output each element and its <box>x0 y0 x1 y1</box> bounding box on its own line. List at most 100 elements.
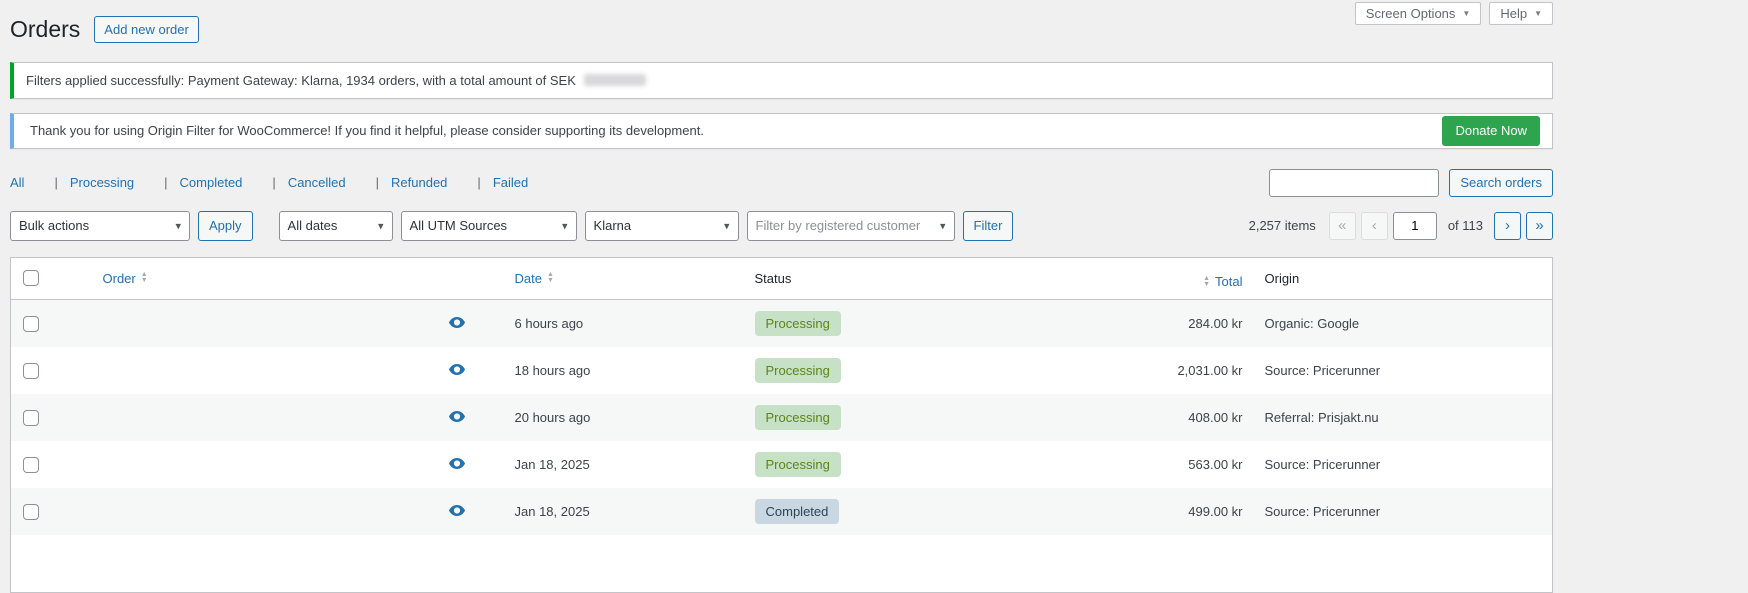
utm-source-filter-select[interactable]: All UTM Sources ▾ <box>401 211 577 241</box>
order-date: 18 hours ago <box>505 347 745 394</box>
customer-filter-placeholder: Filter by registered customer <box>756 218 921 233</box>
order-total: 284.00 kr <box>1005 300 1255 348</box>
order-row: Jan 18, 2025 Processing 563.00 kr Source… <box>11 441 1553 488</box>
row-checkbox[interactable] <box>23 316 39 332</box>
search-orders-input[interactable] <box>1269 169 1439 197</box>
order-total: 563.00 kr <box>1005 441 1255 488</box>
preview-eye-icon[interactable] <box>449 505 465 516</box>
filter-button[interactable]: Filter <box>963 211 1014 241</box>
chevron-down-icon: ▾ <box>175 219 181 232</box>
apply-button[interactable]: Apply <box>198 211 253 241</box>
status-filter-separator: | <box>477 175 480 190</box>
screen-options-button[interactable]: Screen Options ▼ <box>1355 2 1482 25</box>
donate-notice-text: Thank you for using Origin Filter for Wo… <box>30 123 704 138</box>
filters-row: All | Processing | Completed | Cancelled | Refun… <box>10 169 1553 197</box>
order-row: 6 hours ago Processing 284.00 kr Organic… <box>11 300 1553 348</box>
title-row: Orders Add new order <box>10 16 1553 44</box>
orders-table: Order ▲▼ Date ▲▼ Status ▲▼ Total <box>10 257 1553 593</box>
orders-table-body: 6 hours ago Processing 284.00 kr Organic… <box>11 300 1553 593</box>
orders-admin-page: Screen Options ▼ Help ▼ Orders Add new o… <box>10 0 1553 593</box>
date-column-header: Date <box>515 271 542 286</box>
table-header-row: Order ▲▼ Date ▲▼ Status ▲▼ Total <box>11 257 1553 300</box>
row-checkbox[interactable] <box>23 457 39 473</box>
status-badge: Completed <box>755 499 840 524</box>
status-filter-completed[interactable]: Completed <box>180 175 243 190</box>
prev-page-button[interactable]: ‹ <box>1361 212 1388 240</box>
order-total: 408.00 kr <box>1005 394 1255 441</box>
order-column-header: Order <box>103 271 136 286</box>
status-filter-separator: | <box>164 175 167 190</box>
order-row: 18 hours ago Processing 2,031.00 kr Sour… <box>11 347 1553 394</box>
last-page-button[interactable]: » <box>1526 212 1553 240</box>
empty-row <box>11 535 1553 592</box>
order-total: 499.00 kr <box>1005 488 1255 535</box>
preview-eye-icon[interactable] <box>449 364 465 375</box>
order-origin: Source: Pricerunner <box>1255 441 1553 488</box>
redacted-amount <box>584 74 646 86</box>
screen-options-label: Screen Options <box>1366 6 1456 21</box>
order-origin: Source: Pricerunner <box>1255 347 1553 394</box>
help-button[interactable]: Help ▼ <box>1489 2 1553 25</box>
row-checkbox[interactable] <box>23 363 39 379</box>
status-badge: Processing <box>755 358 841 383</box>
total-column-header: Total <box>1215 274 1242 289</box>
filters-applied-notice: Filters applied successfully: Payment Ga… <box>10 62 1553 99</box>
chevron-down-icon: ▾ <box>940 219 946 232</box>
order-date: Jan 18, 2025 <box>505 488 745 535</box>
order-origin: Source: Pricerunner <box>1255 488 1553 535</box>
first-page-button[interactable]: « <box>1329 212 1356 240</box>
status-badge: Processing <box>755 311 841 336</box>
order-date: Jan 18, 2025 <box>505 441 745 488</box>
preview-eye-icon[interactable] <box>449 317 465 328</box>
status-filter-failed[interactable]: Failed <box>493 175 528 190</box>
utm-source-filter-value: All UTM Sources <box>410 218 508 233</box>
status-badge: Processing <box>755 452 841 477</box>
search-orders-button[interactable]: Search orders <box>1449 169 1553 197</box>
sort-by-date[interactable]: Date ▲▼ <box>515 271 554 286</box>
order-origin: Referral: Prisjakt.nu <box>1255 394 1553 441</box>
status-filter-separator: | <box>272 175 275 190</box>
customer-filter-select[interactable]: Filter by registered customer ▾ <box>747 211 955 241</box>
order-total: 2,031.00 kr <box>1005 347 1255 394</box>
select-all-checkbox[interactable] <box>23 270 39 286</box>
bulk-actions-value: Bulk actions <box>19 218 89 233</box>
help-label: Help <box>1500 6 1527 21</box>
dates-filter-select[interactable]: All dates ▾ <box>279 211 393 241</box>
donate-notice: Thank you for using Origin Filter for Wo… <box>10 113 1553 149</box>
status-filter-cancelled[interactable]: Cancelled <box>288 175 346 190</box>
sort-icon: ▲▼ <box>547 272 554 284</box>
current-page-input[interactable] <box>1393 212 1437 240</box>
row-checkbox[interactable] <box>23 410 39 426</box>
chevron-down-icon: ▼ <box>1534 10 1542 18</box>
sort-by-order[interactable]: Order ▲▼ <box>103 271 148 286</box>
status-column-header: Status <box>755 271 792 286</box>
sort-icon: ▲▼ <box>1203 276 1210 288</box>
preview-eye-icon[interactable] <box>449 458 465 469</box>
table-toolbar: Bulk actions ▾ Apply All dates ▾ All UTM… <box>10 211 1553 241</box>
add-new-order-button[interactable]: Add new order <box>94 16 199 43</box>
status-filter-separator: | <box>54 175 57 190</box>
status-badge: Processing <box>755 405 841 430</box>
status-filter-refunded[interactable]: Refunded <box>391 175 447 190</box>
next-page-button[interactable]: › <box>1494 212 1521 240</box>
order-origin: Organic: Google <box>1255 300 1553 348</box>
donate-now-button[interactable]: Donate Now <box>1442 116 1540 146</box>
order-row: 20 hours ago Processing 408.00 kr Referr… <box>11 394 1553 441</box>
order-row: Jan 18, 2025 Completed 499.00 kr Source:… <box>11 488 1553 535</box>
status-filter-all[interactable]: All <box>10 175 24 190</box>
row-checkbox[interactable] <box>23 504 39 520</box>
items-count: 2,257 items <box>1249 218 1316 233</box>
status-filter-processing[interactable]: Processing <box>70 175 134 190</box>
sort-icon: ▲▼ <box>141 272 148 284</box>
order-date: 6 hours ago <box>505 300 745 348</box>
filters-applied-text: Filters applied successfully: Payment Ga… <box>26 73 576 88</box>
dates-filter-value: All dates <box>288 218 338 233</box>
payment-gateway-filter-select[interactable]: Klarna ▾ <box>585 211 739 241</box>
page-title: Orders <box>10 16 80 44</box>
status-filter-separator: | <box>376 175 379 190</box>
sort-by-total[interactable]: ▲▼ Total <box>1203 274 1242 289</box>
preview-eye-icon[interactable] <box>449 411 465 422</box>
bulk-actions-select[interactable]: Bulk actions ▾ <box>10 211 190 241</box>
search-box: Search orders <box>1269 169 1553 197</box>
chevron-down-icon: ▼ <box>1462 10 1470 18</box>
